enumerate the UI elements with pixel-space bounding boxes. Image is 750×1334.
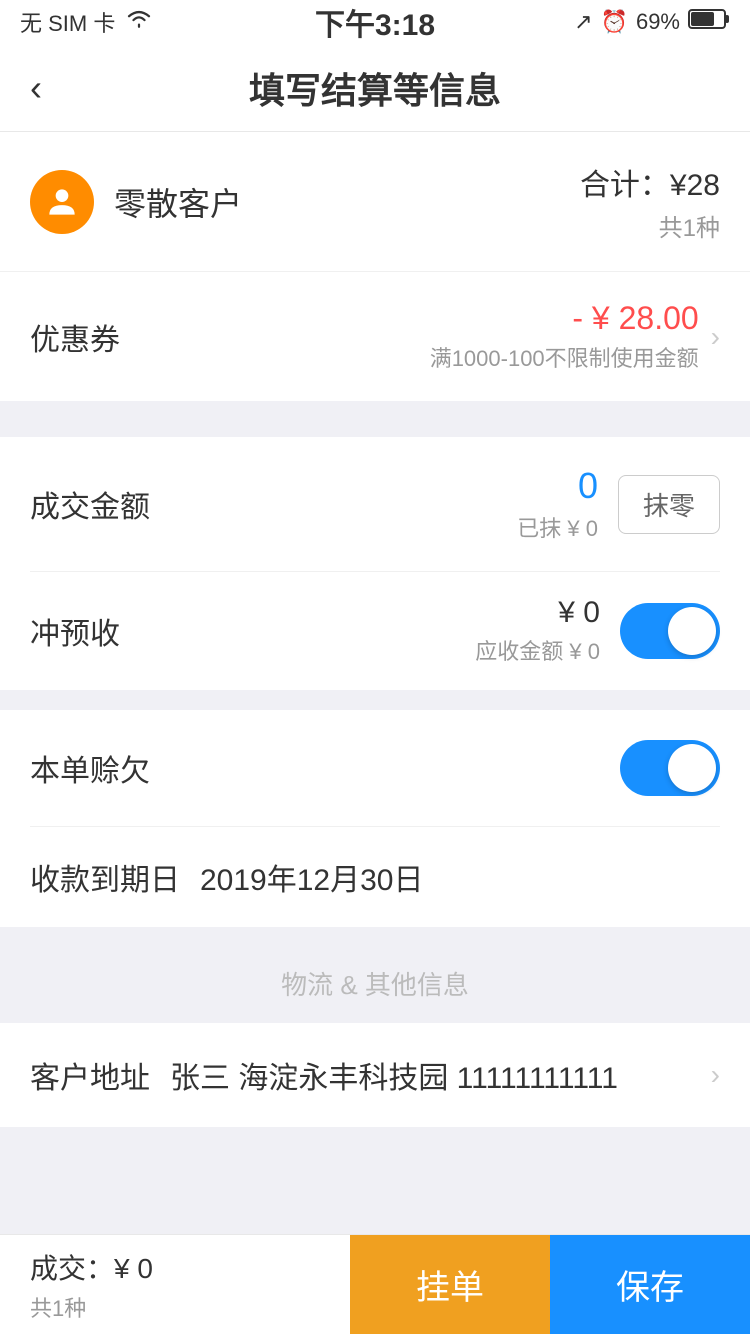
battery-icon — [688, 8, 730, 36]
flush-prepay-row: 冲预收 ¥ 0 应收金额 ¥ 0 — [30, 572, 720, 690]
customer-name: 零散客户 — [114, 179, 242, 225]
bottom-deal-text: 成交：¥ 0 — [30, 1247, 320, 1287]
deal-amount-label: 成交金额 — [30, 482, 150, 526]
credit-section: 本单赊欠 收款到期日 2019年12月30日 — [0, 710, 750, 927]
coupon-desc: 满1000-100不限制使用金额 — [430, 341, 699, 373]
coupon-label: 优惠券 — [30, 315, 120, 359]
coupon-right: - ¥ 28.00 满1000-100不限制使用金额 › — [430, 300, 720, 373]
customer-avatar — [30, 170, 94, 234]
bottom-deal-label: 成交： — [30, 1253, 114, 1284]
address-chevron-icon: › — [711, 1059, 720, 1091]
customer-section: 零散客户 合计：¥28 共1种 优惠券 - ¥ 28.00 满1000-100不… — [0, 132, 750, 401]
status-left: 无 SIM 卡 — [20, 6, 153, 38]
bottom-info: 成交：¥ 0 共1种 — [0, 1235, 350, 1334]
bottom-bar: 成交：¥ 0 共1种 挂单 保存 — [0, 1234, 750, 1334]
deal-right: 0 已抹 ¥ 0 抹零 — [517, 465, 720, 543]
flush-sub: 应收金额 ¥ 0 — [475, 634, 600, 666]
coupon-chevron-icon: › — [711, 321, 720, 353]
credit-toggle[interactable] — [620, 740, 720, 796]
deal-amount-row: 成交金额 0 已抹 ¥ 0 抹零 — [30, 437, 720, 572]
customer-right: 合计：¥28 共1种 — [580, 160, 720, 243]
toggle-knob — [668, 607, 716, 655]
status-right: ↗ ⏰ 69% — [574, 8, 730, 36]
coupon-value-block: - ¥ 28.00 满1000-100不限制使用金额 — [430, 300, 699, 373]
section-divider-2 — [0, 690, 750, 710]
flush-right: ¥ 0 应收金额 ¥ 0 — [475, 596, 720, 666]
deal-section: 成交金额 0 已抹 ¥ 0 抹零 冲预收 ¥ 0 应收金额 ¥ 0 — [0, 437, 750, 690]
section-divider-1 — [0, 417, 750, 437]
credit-toggle-knob — [668, 744, 716, 792]
coupon-row[interactable]: 优惠券 - ¥ 28.00 满1000-100不限制使用金额 › — [0, 271, 750, 401]
deal-input-block: 0 已抹 ¥ 0 — [517, 465, 598, 543]
battery-text: 69% — [636, 9, 680, 35]
address-row[interactable]: 客户地址 张三 海淀永丰科技园 11111111111 › — [30, 1023, 720, 1127]
due-date-label: 收款到期日 — [30, 855, 180, 899]
flush-amount: ¥ 0 — [475, 596, 600, 630]
logistics-divider: 物流 & 其他信息 — [0, 943, 750, 1023]
credit-row: 本单赊欠 — [30, 710, 720, 827]
status-bar: 无 SIM 卡 下午3:18 ↗ ⏰ 69% — [0, 0, 750, 44]
nav-title: 填写结算等信息 — [249, 62, 501, 114]
coupon-amount: - ¥ 28.00 — [430, 300, 699, 337]
flush-prepay-label: 冲预收 — [30, 609, 120, 653]
customer-count: 共1种 — [580, 208, 720, 243]
flush-prepay-toggle[interactable] — [620, 603, 720, 659]
back-button[interactable]: ‹ — [30, 67, 42, 109]
bottom-deal-value: ¥ 0 — [114, 1253, 153, 1284]
deal-amount-sub: 已抹 ¥ 0 — [517, 511, 598, 543]
save-button[interactable]: 保存 — [550, 1235, 750, 1334]
logistics-label: 物流 & 其他信息 — [281, 965, 469, 1002]
flush-amount-block: ¥ 0 应收金额 ¥ 0 — [475, 596, 600, 666]
address-label: 客户地址 — [30, 1053, 150, 1097]
bottom-count: 共1种 — [30, 1291, 320, 1323]
credit-label: 本单赊欠 — [30, 746, 150, 790]
address-value: 张三 海淀永丰科技园 11111111111 — [170, 1053, 711, 1097]
due-date-row[interactable]: 收款到期日 2019年12月30日 — [30, 827, 720, 927]
nav-bar: ‹ 填写结算等信息 — [0, 44, 750, 132]
due-date-value: 2019年12月30日 — [200, 855, 423, 899]
address-section: 客户地址 张三 海淀永丰科技园 11111111111 › — [0, 1023, 750, 1127]
hang-button[interactable]: 挂单 — [350, 1235, 550, 1334]
location-icon: ↗ — [574, 9, 592, 35]
alarm-icon: ⏰ — [601, 9, 628, 35]
round-zero-button[interactable]: 抹零 — [618, 475, 720, 534]
customer-left: 零散客户 — [30, 170, 242, 234]
customer-row: 零散客户 合计：¥28 共1种 — [0, 132, 750, 271]
content-area: 零散客户 合计：¥28 共1种 优惠券 - ¥ 28.00 满1000-100不… — [0, 132, 750, 1243]
customer-total: 合计：¥28 — [580, 160, 720, 204]
status-time: 下午3:18 — [315, 0, 435, 44]
deal-amount-value[interactable]: 0 — [517, 465, 598, 507]
wifi-icon — [125, 9, 153, 35]
carrier-text: 无 SIM 卡 — [20, 6, 115, 38]
